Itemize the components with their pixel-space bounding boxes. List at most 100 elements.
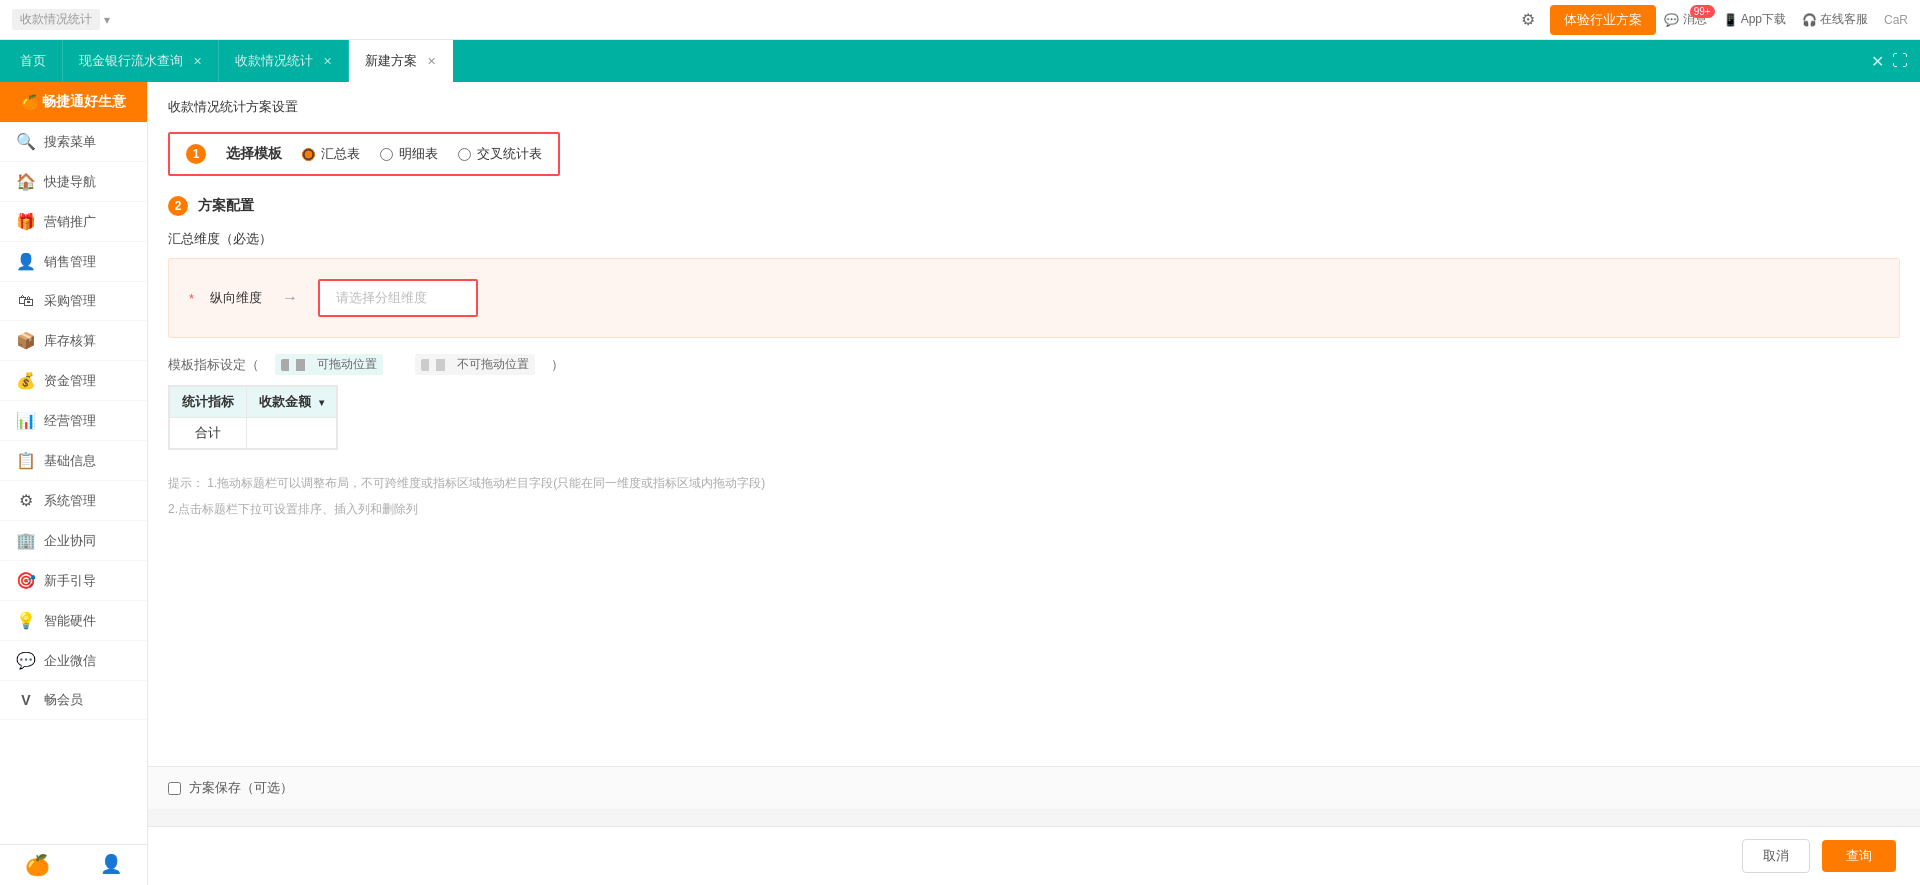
sidebar-item-hardware[interactable]: 💡 智能硬件 [0,601,147,641]
sidebar-logo: 🍊 畅捷通好生意 [0,82,147,122]
service-icon: 🎧 [1802,13,1817,27]
tab-new-plan-label: 新建方案 [365,52,417,70]
step2-badge: 2 [168,196,188,216]
query-button[interactable]: 查询 [1822,840,1896,872]
dimension-input[interactable]: 请选择分组维度 [318,279,478,317]
sidebar-bottom-icon1[interactable]: 🍊 [25,853,50,877]
tab-new-plan[interactable]: 新建方案 ✕ [349,40,453,82]
dimension-subsection: 汇总维度（必选） * 纵向维度 → 请选择分组维度 [168,230,1900,520]
sidebar-item-business[interactable]: 📊 经营管理 [0,401,147,441]
tab-cash-flow-close[interactable]: ✕ [193,55,202,68]
gear-button[interactable]: ⚙ [1514,6,1542,34]
search-menu-icon: 🔍 [16,132,36,151]
radio-detail[interactable]: 明细表 [380,145,438,163]
sidebar-bottom-icon2[interactable]: 👤 [100,853,122,877]
sidebar-item-member[interactable]: V 畅会员 [0,681,147,720]
save-plan-label[interactable]: 方案保存（可选） [189,779,293,797]
step1-badge: 1 [186,144,206,164]
wechat-icon: 💬 [16,651,36,670]
sidebar-item-inventory[interactable]: 📦 库存核算 [0,321,147,361]
sidebar-item-guide[interactable]: 🎯 新手引导 [0,561,147,601]
tab-cash-flow-label: 现金银行流水查询 [79,52,183,70]
indicator-table-row: 合计 [170,418,337,449]
radio-cross-input[interactable] [458,148,471,161]
indicator-col-header[interactable]: 收款金额 ▾ [247,387,337,418]
tab-cash-flow[interactable]: 现金银行流水查询 ✕ [63,40,219,82]
sidebar-item-search[interactable]: 🔍 搜索菜单 [0,122,147,162]
sidebar-label-hardware: 智能硬件 [44,612,96,630]
tab-home-label: 首页 [20,52,46,70]
radio-detail-input[interactable] [380,148,393,161]
indicator-col-label: 收款金额 [259,394,311,409]
sidebar-label-search: 搜索菜单 [44,133,96,151]
tab-receipt-stats[interactable]: 收款情况统计 ✕ [219,40,349,82]
indicator-tag-fixed: 不可拖动位置 [415,354,535,375]
cancel-button[interactable]: 取消 [1742,839,1810,873]
dimension-required-mark: * [189,291,194,306]
indicator-section-title-text: 模板指标设定（ [168,356,259,374]
dimension-arrow: → [282,289,298,307]
indicator-col-dropdown-icon[interactable]: ▾ [319,397,324,408]
basicinfo-icon: 📋 [16,451,36,470]
tab-new-plan-close[interactable]: ✕ [427,55,436,68]
app-download-link[interactable]: 📱 App下载 [1723,11,1786,28]
indicator-table-container: 统计指标 收款金额 ▾ [168,385,338,450]
sidebar-bottom: 🍊 👤 [0,844,147,885]
config-subtitle: 汇总维度（必选） [168,230,1900,248]
subtitle-text: 汇总维度（必选） [168,231,272,246]
sidebar-label-purchase: 采购管理 [44,292,96,310]
sidebar-item-basicinfo[interactable]: 📋 基础信息 [0,441,147,481]
download-icon: 📱 [1723,13,1738,27]
hint-section: 提示： 1.拖动标题栏可以调整布局，不可跨维度或指标区域拖动栏目字段(只能在同一… [168,473,1900,520]
radio-summary-label: 汇总表 [321,145,360,163]
sidebar-item-system[interactable]: ⚙ 系统管理 [0,481,147,521]
step1-header: 1 选择模板 汇总表 明细表 [168,132,1900,176]
step1-section: 1 选择模板 汇总表 明细表 [168,132,1900,176]
tag-draggable-label: 可拖动位置 [317,356,377,373]
sidebar-label-inventory: 库存核算 [44,332,96,350]
sidebar-item-enterprise[interactable]: 🏢 企业协同 [0,521,147,561]
tag-fixed-label: 不可拖动位置 [457,356,529,373]
sidebar-item-purchase[interactable]: 🛍 采购管理 [0,282,147,321]
tab-close-all-button[interactable]: ✕ [1871,52,1884,71]
indicator-row-value [247,418,337,449]
sidebar-item-capital[interactable]: 💰 资金管理 [0,361,147,401]
dimension-area: * 纵向维度 → 请选择分组维度 [168,258,1900,338]
industry-button[interactable]: 体验行业方案 [1550,5,1656,35]
sidebar-item-marketing[interactable]: 🎁 营销推广 [0,202,147,242]
breadcrumb-dropdown-icon[interactable]: ▾ [104,13,110,27]
sidebar-item-sales[interactable]: 👤 销售管理 [0,242,147,282]
tab-actions: ✕ ⛶ [1859,52,1920,71]
sidebar-label-guide: 新手引导 [44,572,96,590]
notification-area[interactable]: 💬 消息 99+ [1664,11,1707,28]
tab-home[interactable]: 首页 [0,40,63,82]
user-info: CaR [1884,13,1908,27]
sidebar: 🍊 畅捷通好生意 🔍 搜索菜单 🏠 快捷导航 🎁 营销推广 👤 销售管理 🛍 采… [0,82,148,885]
sidebar-label-quicknav: 快捷导航 [44,173,96,191]
logo-icon: 🍊 [21,94,38,110]
indicator-row-label: 合计 [170,418,247,449]
radio-cross[interactable]: 交叉统计表 [458,145,542,163]
sidebar-item-quicknav[interactable]: 🏠 快捷导航 [0,162,147,202]
sales-icon: 👤 [16,252,36,271]
sidebar-label-business: 经营管理 [44,412,96,430]
radio-summary-input[interactable] [302,148,315,161]
capital-icon: 💰 [16,371,36,390]
online-service-link[interactable]: 🎧 在线客服 [1802,11,1868,28]
indicator-group-header: 统计指标 [170,387,247,418]
page-title: 收款情况统计方案设置 [168,98,1900,116]
save-plan-checkbox[interactable] [168,782,181,795]
sidebar-item-wechat[interactable]: 💬 企业微信 [0,641,147,681]
business-icon: 📊 [16,411,36,430]
purchase-icon: 🛍 [16,292,36,310]
config-section: 汇总维度（必选） * 纵向维度 → 请选择分组维度 [168,230,1900,520]
sidebar-label-system: 系统管理 [44,492,96,510]
radio-summary[interactable]: 汇总表 [302,145,360,163]
sidebar-label-enterprise: 企业协同 [44,532,96,550]
quick-nav-icon: 🏠 [16,172,36,191]
tab-bar: 首页 现金银行流水查询 ✕ 收款情况统计 ✕ 新建方案 ✕ ✕ ⛶ [0,40,1920,82]
sidebar-label-capital: 资金管理 [44,372,96,390]
tab-expand-button[interactable]: ⛶ [1892,52,1908,70]
sidebar-label-basicinfo: 基础信息 [44,452,96,470]
tab-receipt-stats-close[interactable]: ✕ [323,55,332,68]
